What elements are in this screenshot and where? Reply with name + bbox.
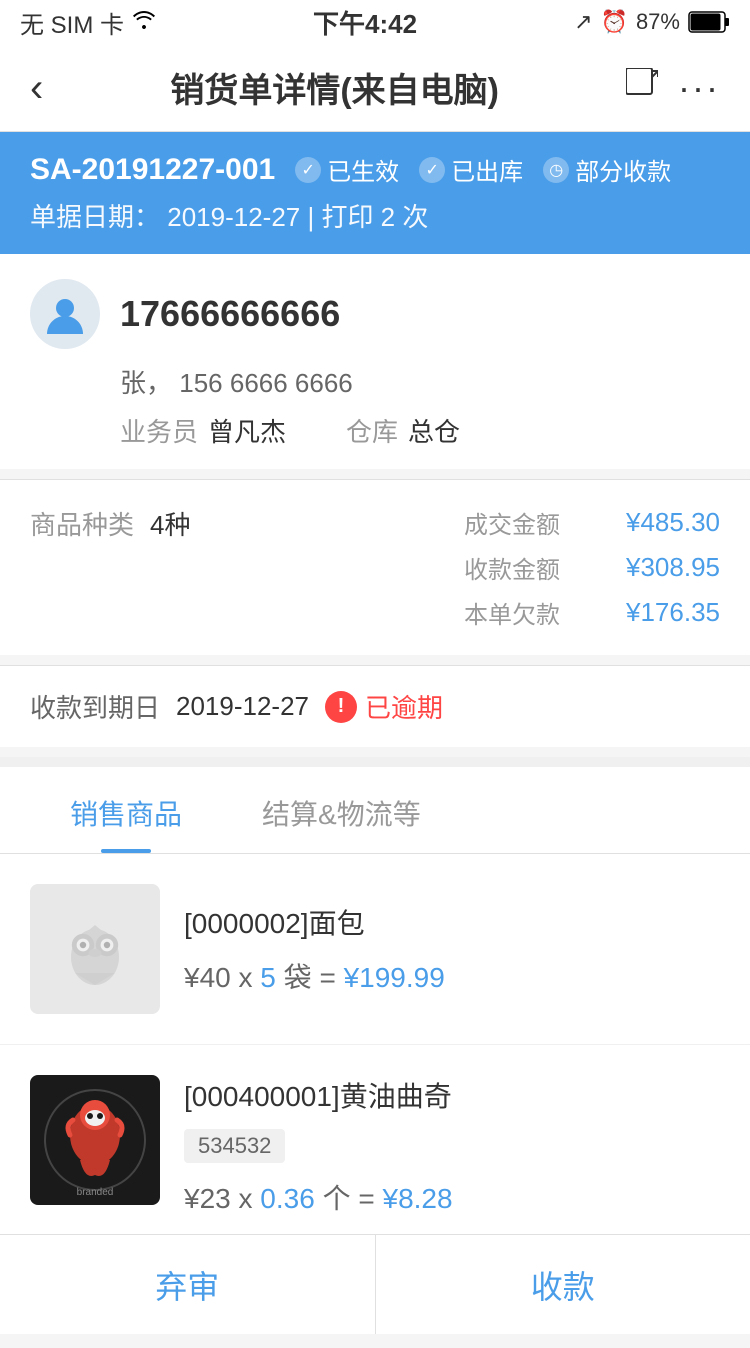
status-right: ↗ ⏰ 87% (574, 9, 730, 35)
customer-row: 17666666666 (30, 279, 720, 349)
header-section: SA-20191227-001 ✓ 已生效 ✓ 已出库 ◷ 部分收款 单据日期：… (0, 132, 750, 254)
stats-row: 商品种类 4种 成交金额 ¥485.30 收款金额 ¥308.95 本单欠款 ¥… (30, 505, 720, 630)
received-amount-row: 收款金额 ¥308.95 (440, 550, 720, 585)
staff-item: 业务员 曾凡杰 (120, 412, 286, 449)
avatar (30, 279, 100, 349)
overdue-text: 已逾期 (365, 688, 443, 725)
product-thumb-1 (30, 884, 160, 1014)
status-partial: ◷ 部分收款 (543, 152, 671, 187)
debt-amount-label: 本单欠款 (440, 595, 560, 630)
person-icon (43, 292, 87, 336)
product-thumb-2: branded (30, 1075, 160, 1205)
staff-label: 业务员 (120, 412, 198, 449)
page-title: 销货单详情(来自电脑) (170, 63, 499, 112)
header-sub: 单据日期： 2019-12-27 | 打印 2 次 (30, 197, 720, 234)
status-shipped: ✓ 已出库 (419, 152, 523, 187)
product-sku-2: 534532 (184, 1129, 285, 1163)
confirm-button[interactable]: 收款 (376, 1235, 750, 1334)
customer-phone: 17666666666 (120, 293, 340, 335)
status-time: 下午4:42 (313, 4, 417, 41)
product-info-1: [0000002]面包 ¥40 x 5 袋 = ¥199.99 (184, 884, 720, 1014)
product-qty-2: 0.36 (260, 1183, 315, 1214)
alarm-icon: ⏰ (601, 9, 628, 35)
cancel-button[interactable]: 弃审 (0, 1235, 376, 1334)
clock-icon: ◷ (543, 157, 569, 183)
svg-text:branded: branded (77, 1187, 114, 1198)
overdue-badge: ! 已逾期 (325, 688, 443, 725)
status-bar: 无 SIM 卡 下午4:42 ↗ ⏰ 87% (0, 0, 750, 44)
product-item: [0000002]面包 ¥40 x 5 袋 = ¥199.99 (0, 854, 750, 1045)
staff-warehouse-row: 业务员 曾凡杰 仓库 总仓 (30, 412, 720, 449)
status-left: 无 SIM 卡 (20, 5, 156, 40)
debt-amount-value: ¥176.35 (590, 597, 720, 628)
overdue-icon: ! (325, 691, 357, 723)
order-id: SA-20191227-001 (30, 153, 275, 187)
warehouse-name: 总仓 (408, 412, 460, 449)
back-button[interactable]: ‹ (30, 68, 43, 108)
customer-detail: 张， 156 6666 6666 (30, 363, 720, 400)
due-label: 收款到期日 (30, 688, 160, 725)
deal-amount-value: ¥485.30 (590, 507, 720, 538)
carrier-label: 无 SIM 卡 (20, 5, 124, 40)
battery-icon (688, 11, 730, 33)
product-total-2: ¥8.28 (383, 1183, 453, 1214)
product-name-2: [000400001]黄油曲奇 (184, 1075, 720, 1115)
check-icon-1: ✓ (295, 157, 321, 183)
share-icon[interactable] (626, 68, 658, 108)
nav-right: ··· (626, 67, 720, 109)
header-top: SA-20191227-001 ✓ 已生效 ✓ 已出库 ◷ 部分收款 (30, 152, 720, 187)
location-icon: ↗ (574, 9, 592, 35)
staff-name: 曾凡杰 (208, 412, 286, 449)
stats-right: 成交金额 ¥485.30 收款金额 ¥308.95 本单欠款 ¥176.35 (440, 505, 720, 630)
nav-bar: ‹ 销货单详情(来自电脑) ··· (0, 44, 750, 132)
stats-left: 商品种类 4种 (30, 505, 190, 542)
product-item-2: branded [000400001]黄油曲奇 534532 ¥23 x 0.3… (0, 1045, 750, 1248)
owl-icon (55, 909, 135, 989)
product-qty-1: 5 (260, 962, 276, 993)
section-divider (0, 757, 750, 767)
status-effective: ✓ 已生效 (295, 152, 399, 187)
warehouse-item: 仓库 总仓 (346, 412, 460, 449)
received-amount-label: 收款金额 (440, 550, 560, 585)
warehouse-label: 仓库 (346, 412, 398, 449)
due-date-value: 2019-12-27 (176, 691, 309, 722)
stats-section: 商品种类 4种 成交金额 ¥485.30 收款金额 ¥308.95 本单欠款 ¥… (0, 480, 750, 655)
tabs: 销售商品 结算&物流等 (0, 767, 750, 854)
bottom-bar: 弃审 收款 (0, 1234, 750, 1334)
received-amount-value: ¥308.95 (590, 552, 720, 583)
product-list: [0000002]面包 ¥40 x 5 袋 = ¥199.99 (0, 854, 750, 1248)
tab-products[interactable]: 销售商品 (30, 767, 222, 853)
deal-amount-label: 成交金额 (440, 505, 560, 540)
product-info-2: [000400001]黄油曲奇 534532 ¥23 x 0.36 个 = ¥8… (184, 1075, 720, 1217)
product-price-2: ¥23 x 0.36 个 = ¥8.28 (184, 1177, 720, 1217)
check-icon-2: ✓ (419, 157, 445, 183)
customer-section: 17666666666 张， 156 6666 6666 业务员 曾凡杰 仓库 … (0, 254, 750, 469)
product-total-1: ¥199.99 (344, 962, 445, 993)
product-name-1: [0000002]面包 (184, 902, 720, 942)
product-placeholder-1 (30, 884, 160, 1014)
product-price-1: ¥40 x 5 袋 = ¥199.99 (184, 956, 720, 996)
debt-amount-row: 本单欠款 ¥176.35 (440, 595, 720, 630)
nav-left: ‹ (30, 68, 43, 108)
category-count: 4种 (150, 505, 190, 542)
more-icon[interactable]: ··· (678, 67, 720, 109)
battery-label: 87% (636, 9, 680, 35)
deal-amount-row: 成交金额 ¥485.30 (440, 505, 720, 540)
product-img-2: branded (30, 1075, 160, 1205)
due-section: 收款到期日 2019-12-27 ! 已逾期 (0, 666, 750, 747)
wifi-icon (132, 8, 156, 36)
category-label: 商品种类 (30, 505, 134, 542)
product-logo-icon: branded (35, 1080, 155, 1200)
tab-settlement[interactable]: 结算&物流等 (222, 767, 461, 853)
